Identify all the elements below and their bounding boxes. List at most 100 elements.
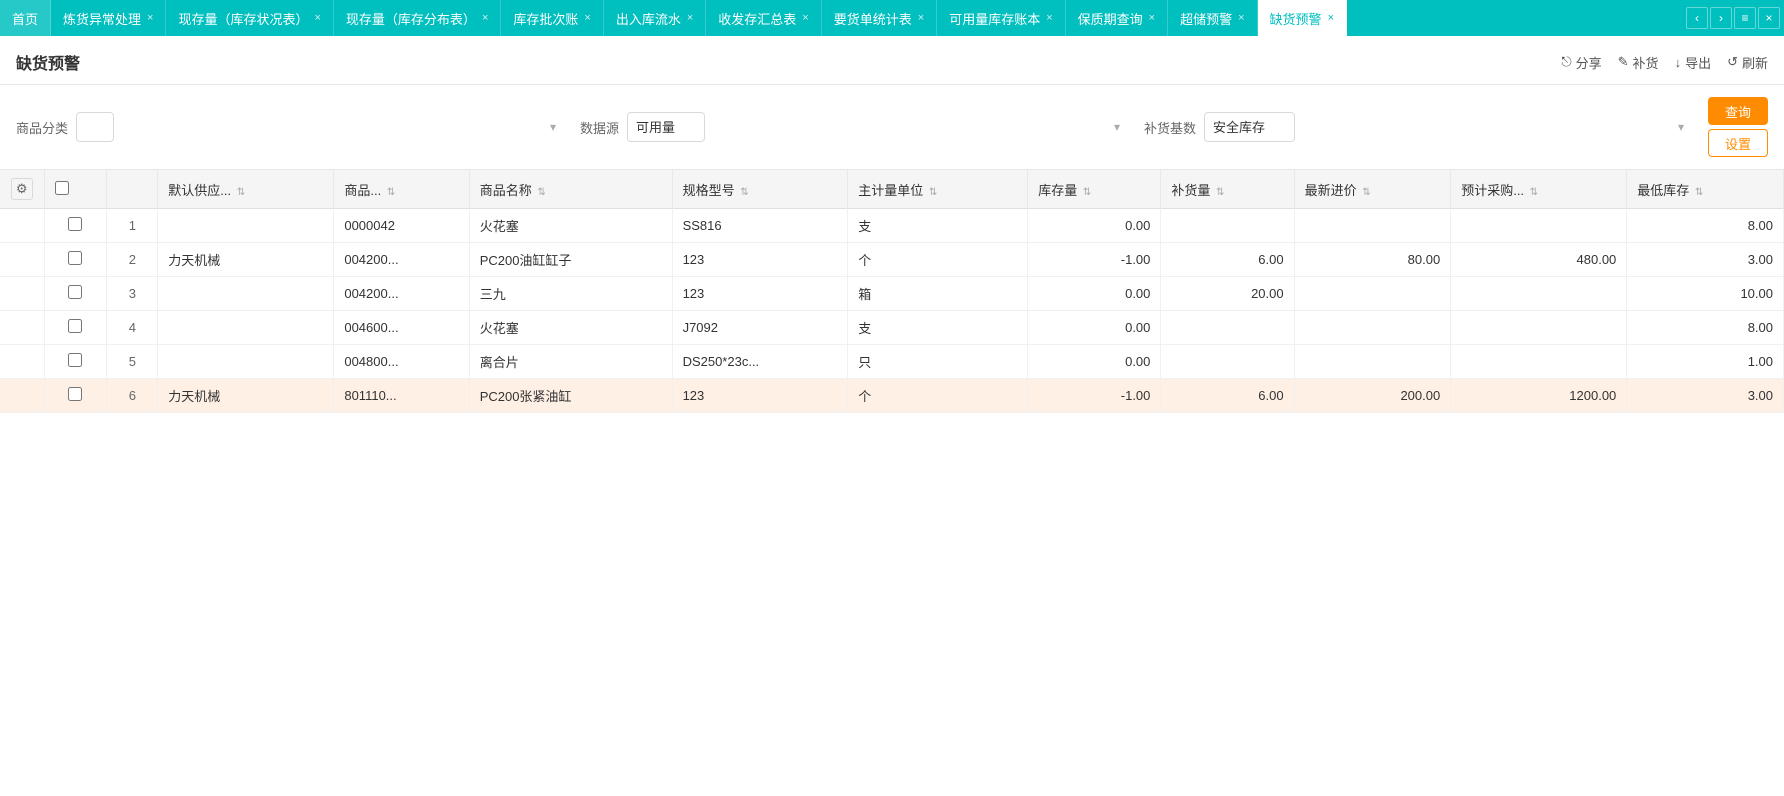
tab-menu-btn[interactable]: ≡ bbox=[1734, 7, 1756, 29]
row-stock: 0.00 bbox=[1028, 209, 1161, 243]
tab-batch[interactable]: 库存批次账 × bbox=[501, 0, 603, 36]
close-tab-batch[interactable]: × bbox=[584, 13, 590, 24]
row-estimated-purchase bbox=[1451, 209, 1627, 243]
col-replenish-qty[interactable]: 补货量 ⇅ bbox=[1161, 170, 1294, 209]
tab-summary[interactable]: 收发存汇总表 × bbox=[706, 0, 821, 36]
row-min-stock: 8.00 bbox=[1627, 311, 1784, 345]
row-checkbox-1[interactable] bbox=[68, 251, 82, 265]
replenish-button[interactable]: ✎ 补货 bbox=[1618, 53, 1659, 72]
row-unit: 个 bbox=[848, 243, 1028, 277]
row-product-name: PC200油缸缸子 bbox=[469, 243, 672, 277]
sort-estimated-icon: ⇅ bbox=[1530, 187, 1538, 198]
category-select[interactable] bbox=[76, 112, 114, 142]
close-tab-stock-dist[interactable]: × bbox=[482, 13, 488, 24]
col-estimated-purchase[interactable]: 预计采购... ⇅ bbox=[1451, 170, 1627, 209]
col-num bbox=[107, 170, 158, 209]
header-actions: ⎋ 分享 ✎ 补货 ↓ 导出 ↺ 刷新 bbox=[1561, 53, 1768, 72]
settings-button[interactable]: 设置 bbox=[1708, 129, 1768, 157]
tab-shortage[interactable]: 缺货预警 × bbox=[1258, 0, 1347, 36]
replenish-base-select[interactable]: 安全库存 bbox=[1204, 112, 1295, 142]
close-tab-summary[interactable]: × bbox=[802, 13, 808, 24]
close-tab-available[interactable]: × bbox=[1046, 13, 1052, 24]
filter-group-category: 商品分类 bbox=[16, 112, 564, 142]
tab-next-btn[interactable]: › bbox=[1710, 7, 1732, 29]
filter-group-replenish-base: 补货基数 安全库存 bbox=[1144, 112, 1692, 142]
close-tab-expiry[interactable]: × bbox=[1149, 13, 1155, 24]
tab-abnormal[interactable]: 炼货异常处理 × bbox=[51, 0, 166, 36]
col-min-stock[interactable]: 最低库存 ⇅ bbox=[1627, 170, 1784, 209]
row-num: 2 bbox=[107, 243, 158, 277]
col-product-code[interactable]: 商品... ⇅ bbox=[334, 170, 469, 209]
row-unit: 支 bbox=[848, 209, 1028, 243]
row-latest-price: 200.00 bbox=[1294, 379, 1451, 413]
tab-close-btn[interactable]: × bbox=[1758, 7, 1780, 29]
tab-overstock[interactable]: 超储预警 × bbox=[1168, 0, 1257, 36]
row-checkbox-0[interactable] bbox=[68, 217, 82, 231]
page-title: 缺货预警 bbox=[16, 50, 1561, 74]
row-replenish-qty bbox=[1161, 345, 1294, 379]
tab-stock-status[interactable]: 现存量（库存状况表） × bbox=[166, 0, 333, 36]
replenish-icon: ✎ bbox=[1618, 54, 1629, 70]
tab-nav-buttons: ‹ › ≡ × bbox=[1682, 7, 1784, 29]
row-stock: -1.00 bbox=[1028, 243, 1161, 277]
col-latest-price[interactable]: 最新进价 ⇅ bbox=[1294, 170, 1451, 209]
export-button[interactable]: ↓ 导出 bbox=[1675, 53, 1712, 72]
row-checkbox-3[interactable] bbox=[68, 319, 82, 333]
row-min-stock: 1.00 bbox=[1627, 345, 1784, 379]
query-button[interactable]: 查询 bbox=[1708, 97, 1768, 125]
close-tab-overstock[interactable]: × bbox=[1238, 13, 1244, 24]
row-product-name: 三九 bbox=[469, 277, 672, 311]
tab-order-stats[interactable]: 要货单统计表 × bbox=[822, 0, 937, 36]
share-button[interactable]: ⎋ 分享 bbox=[1561, 53, 1601, 72]
close-tab-inout[interactable]: × bbox=[687, 13, 693, 24]
row-estimated-purchase: 1200.00 bbox=[1451, 379, 1627, 413]
row-spec: 123 bbox=[672, 243, 848, 277]
row-replenish-qty: 6.00 bbox=[1161, 243, 1294, 277]
row-checkbox-2[interactable] bbox=[68, 285, 82, 299]
tab-prev-btn[interactable]: ‹ bbox=[1686, 7, 1708, 29]
row-settings-cell bbox=[0, 311, 44, 345]
col-default-supplier[interactable]: 默认供应... ⇅ bbox=[158, 170, 334, 209]
row-spec: 123 bbox=[672, 277, 848, 311]
row-product-name: 离合片 bbox=[469, 345, 672, 379]
datasource-select[interactable]: 可用量 bbox=[627, 112, 705, 142]
col-unit[interactable]: 主计量单位 ⇅ bbox=[848, 170, 1028, 209]
sort-replenish-icon: ⇅ bbox=[1216, 187, 1224, 198]
row-product-name: 火花塞 bbox=[469, 311, 672, 345]
datasource-label: 数据源 bbox=[580, 118, 619, 137]
col-spec[interactable]: 规格型号 ⇅ bbox=[672, 170, 848, 209]
close-tab-shortage[interactable]: × bbox=[1328, 13, 1334, 24]
sort-price-icon: ⇅ bbox=[1362, 187, 1370, 198]
close-tab-order-stats[interactable]: × bbox=[918, 13, 924, 24]
refresh-button[interactable]: ↺ 刷新 bbox=[1727, 53, 1768, 72]
row-latest-price bbox=[1294, 345, 1451, 379]
row-checkbox-5[interactable] bbox=[68, 387, 82, 401]
col-product-name[interactable]: 商品名称 ⇅ bbox=[469, 170, 672, 209]
tab-home[interactable]: 首页 bbox=[0, 0, 51, 36]
sort-unit-icon: ⇅ bbox=[929, 187, 937, 198]
close-tab-stock-status[interactable]: × bbox=[314, 13, 320, 24]
column-settings-icon[interactable]: ⚙ bbox=[11, 178, 33, 200]
col-stock[interactable]: 库存量 ⇅ bbox=[1028, 170, 1161, 209]
select-all-checkbox[interactable] bbox=[55, 181, 69, 195]
tab-stock-dist[interactable]: 现存量（库存分布表） × bbox=[334, 0, 501, 36]
row-checkbox-4[interactable] bbox=[68, 353, 82, 367]
row-latest-price: 80.00 bbox=[1294, 243, 1451, 277]
row-checkbox-cell bbox=[44, 379, 107, 413]
row-min-stock: 3.00 bbox=[1627, 243, 1784, 277]
close-tab-abnormal[interactable]: × bbox=[147, 13, 153, 24]
table-body: 1 0000042 火花塞 SS816 支 0.00 8.00 2 力天机械 0… bbox=[0, 209, 1784, 413]
row-estimated-purchase: 480.00 bbox=[1451, 243, 1627, 277]
row-settings-cell bbox=[0, 345, 44, 379]
row-product-code: 004200... bbox=[334, 243, 469, 277]
tab-inout[interactable]: 出入库流水 × bbox=[604, 0, 706, 36]
row-supplier: 力天机械 bbox=[158, 379, 334, 413]
row-unit: 支 bbox=[848, 311, 1028, 345]
tab-expiry[interactable]: 保质期查询 × bbox=[1066, 0, 1168, 36]
row-replenish-qty: 6.00 bbox=[1161, 379, 1294, 413]
row-checkbox-cell bbox=[44, 311, 107, 345]
sort-name-icon: ⇅ bbox=[537, 187, 545, 198]
tab-available[interactable]: 可用量库存账本 × bbox=[937, 0, 1065, 36]
sort-min-stock-icon: ⇅ bbox=[1695, 187, 1703, 198]
row-latest-price bbox=[1294, 277, 1451, 311]
